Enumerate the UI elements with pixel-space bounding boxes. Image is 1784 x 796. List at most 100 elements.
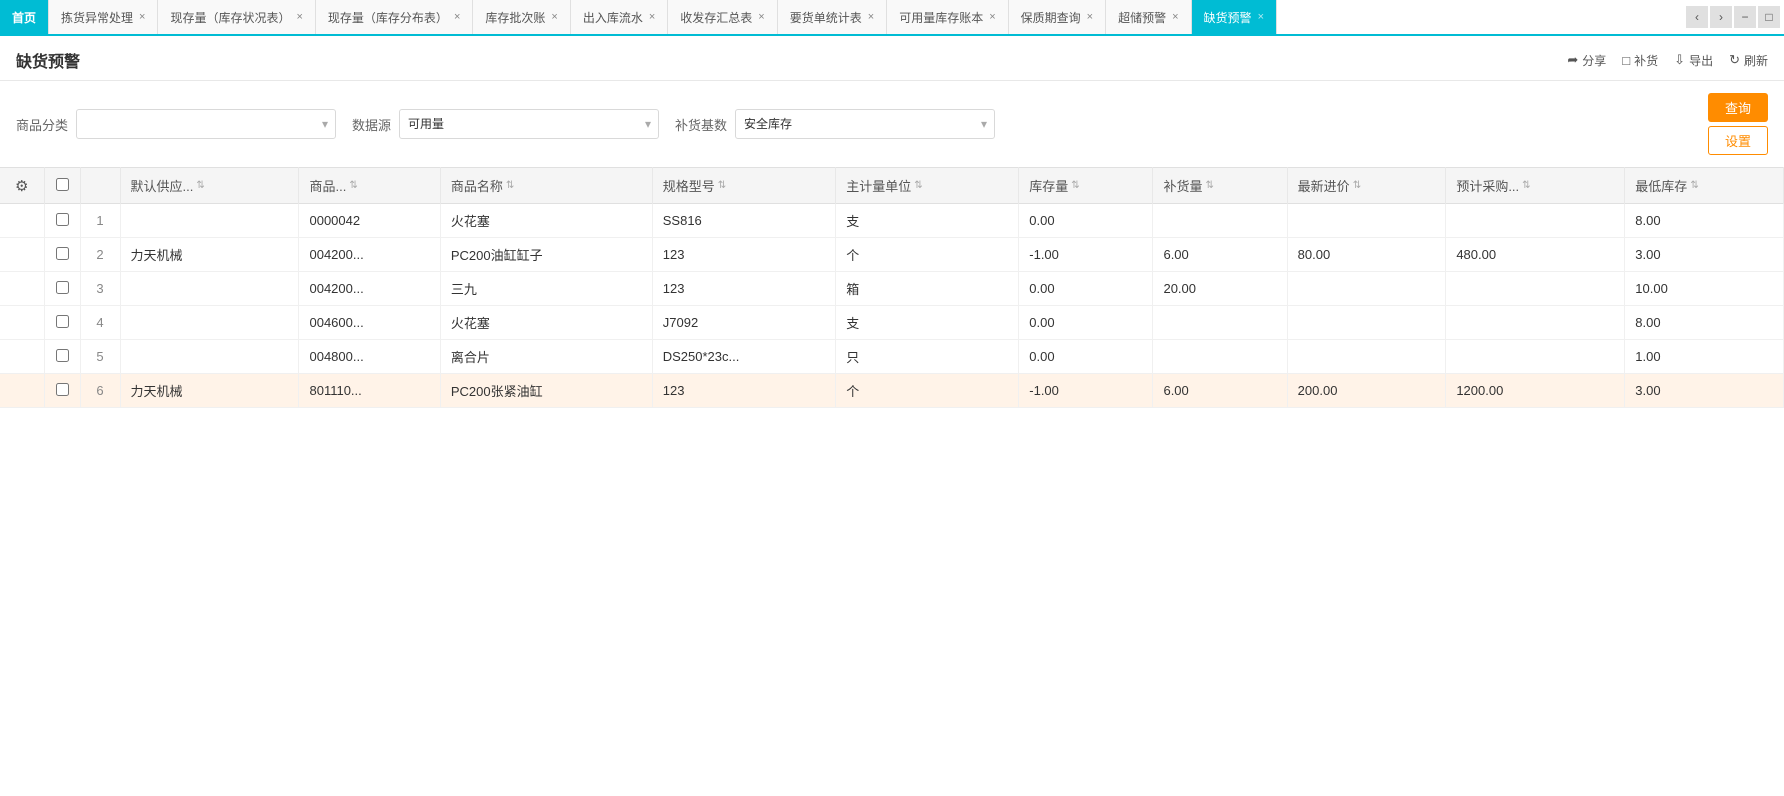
row-gear-5	[0, 374, 44, 408]
tab-keyongliang-close[interactable]: ×	[989, 11, 995, 23]
row-num-3: 4	[80, 306, 120, 340]
tab-chaochuyujing-close[interactable]: ×	[1172, 11, 1178, 23]
row-product-name-0: 火花塞	[440, 204, 652, 238]
tab-churuku[interactable]: 出入库流水 ×	[571, 0, 668, 34]
row-spec-3: J7092	[652, 306, 835, 340]
tab-xiancunliang2[interactable]: 现存量（库存分布表） ×	[316, 0, 473, 34]
col-stock[interactable]: 库存量 ⇅	[1019, 168, 1153, 204]
table-row: 4 004600... 火花塞 J7092 支 0.00 8.00	[0, 306, 1784, 340]
row-latest-price-0	[1287, 204, 1446, 238]
settings-gear-icon[interactable]: ⚙	[15, 178, 28, 195]
datasource-select[interactable]: 可用量 库存量	[399, 109, 659, 139]
row-select-checkbox-4[interactable]	[56, 349, 69, 362]
row-select-checkbox-1[interactable]	[56, 247, 69, 260]
row-product-name-4: 离合片	[440, 340, 652, 374]
tab-maximize-btn[interactable]: □	[1758, 6, 1780, 28]
row-min-stock-3: 8.00	[1625, 306, 1784, 340]
row-latest-price-4	[1287, 340, 1446, 374]
col-spec[interactable]: 规格型号 ⇅	[652, 168, 835, 204]
tab-jianhuo-close[interactable]: ×	[139, 11, 145, 23]
tab-shoufacun[interactable]: 收发存汇总表 ×	[668, 0, 777, 34]
col-replenish-qty-label: 补货量	[1163, 176, 1202, 195]
row-spec-4: DS250*23c...	[652, 340, 835, 374]
row-product-name-3: 火花塞	[440, 306, 652, 340]
row-select-checkbox-3[interactable]	[56, 315, 69, 328]
refresh-button[interactable]: ↻ 刷新	[1729, 52, 1768, 69]
row-gear-0	[0, 204, 44, 238]
filter-actions: 查询 设置	[1708, 93, 1768, 155]
tab-quehuo-close[interactable]: ×	[1258, 11, 1264, 23]
refresh-label: 刷新	[1744, 52, 1768, 69]
tab-jianhuo-label: 拣货异常处理	[61, 9, 133, 26]
page-header: 缺货预警 ➦ 分享 □ 补货 ⇩ 导出 ↻ 刷新	[0, 36, 1784, 81]
table-row: 5 004800... 离合片 DS250*23c... 只 0.00 1.00	[0, 340, 1784, 374]
export-label: 导出	[1689, 52, 1713, 69]
tab-next-btn[interactable]: ›	[1710, 6, 1732, 28]
tab-xiancunliang1[interactable]: 现存量（库存状况表） ×	[158, 0, 315, 34]
tab-quehuo[interactable]: 缺货预警 ×	[1192, 0, 1277, 34]
row-replenish-qty-0	[1153, 204, 1287, 238]
tab-kucunpici-close[interactable]: ×	[551, 11, 557, 23]
tab-bar: 首页 拣货异常处理 × 现存量（库存状况表） × 现存量（库存分布表） × 库存…	[0, 0, 1784, 36]
data-table: ⚙ 默认供应... ⇅ 商品...	[0, 167, 1784, 408]
filter-group-datasource: 数据源 可用量 库存量	[352, 109, 659, 139]
col-gear: ⚙	[0, 168, 44, 204]
select-all-checkbox[interactable]	[56, 178, 69, 191]
col-product-code-sort: ⇅	[349, 180, 357, 191]
tab-kucunpici[interactable]: 库存批次账 ×	[473, 0, 570, 34]
col-unit-sort: ⇅	[914, 180, 922, 191]
row-checkbox-5	[44, 374, 80, 408]
row-product-code-5: 801110...	[299, 374, 440, 408]
row-stock-2: 0.00	[1019, 272, 1153, 306]
col-product-name[interactable]: 商品名称 ⇅	[440, 168, 652, 204]
col-latest-price-sort: ⇅	[1353, 180, 1361, 191]
row-stock-1: -1.00	[1019, 238, 1153, 272]
share-button[interactable]: ➦ 分享	[1567, 52, 1606, 69]
tab-keyongliang-label: 可用量库存账本	[899, 9, 983, 26]
row-checkbox-2	[44, 272, 80, 306]
query-button[interactable]: 查询	[1708, 93, 1768, 122]
row-min-stock-5: 3.00	[1625, 374, 1784, 408]
replenish-button[interactable]: □ 补货	[1622, 52, 1658, 69]
col-product-name-sort: ⇅	[506, 180, 514, 191]
tab-yaohuo[interactable]: 要货单统计表 ×	[778, 0, 887, 34]
row-checkbox-3	[44, 306, 80, 340]
tab-churuku-close[interactable]: ×	[649, 11, 655, 23]
col-min-stock[interactable]: 最低库存 ⇅	[1625, 168, 1784, 204]
tab-jianhuo[interactable]: 拣货异常处理 ×	[49, 0, 158, 34]
col-latest-price[interactable]: 最新进价 ⇅	[1287, 168, 1446, 204]
row-gear-2	[0, 272, 44, 306]
tab-minimize-btn[interactable]: −	[1734, 6, 1756, 28]
page-content: 缺货预警 ➦ 分享 □ 补货 ⇩ 导出 ↻ 刷新 商品分类	[0, 36, 1784, 796]
replenish-base-select[interactable]: 安全库存 其他	[735, 109, 995, 139]
tab-xiancunliang2-close[interactable]: ×	[454, 11, 460, 23]
tab-baozhi-close[interactable]: ×	[1087, 11, 1093, 23]
tab-chaochuyujing[interactable]: 超储预警 ×	[1106, 0, 1191, 34]
row-num-4: 5	[80, 340, 120, 374]
replenish-base-select-wrapper: 安全库存 其他	[735, 109, 995, 139]
row-select-checkbox-0[interactable]	[56, 213, 69, 226]
table-row: 2 力天机械 004200... PC200油缸缸子 123 个 -1.00 6…	[0, 238, 1784, 272]
col-unit[interactable]: 主计量单位 ⇅	[836, 168, 1019, 204]
row-stock-3: 0.00	[1019, 306, 1153, 340]
col-est-purchase[interactable]: 预计采购... ⇅	[1446, 168, 1625, 204]
category-select[interactable]	[76, 109, 336, 139]
tab-xiancunliang1-close[interactable]: ×	[296, 11, 302, 23]
tab-prev-btn[interactable]: ‹	[1686, 6, 1708, 28]
col-default-supplier[interactable]: 默认供应... ⇅	[120, 168, 299, 204]
col-replenish-qty[interactable]: 补货量 ⇅	[1153, 168, 1287, 204]
row-latest-price-2	[1287, 272, 1446, 306]
row-select-checkbox-5[interactable]	[56, 383, 69, 396]
row-select-checkbox-2[interactable]	[56, 281, 69, 294]
table-row: 6 力天机械 801110... PC200张紧油缸 123 个 -1.00 6…	[0, 374, 1784, 408]
tab-yaohuo-close[interactable]: ×	[868, 11, 874, 23]
tab-home[interactable]: 首页	[0, 0, 49, 34]
tab-keyongliang[interactable]: 可用量库存账本 ×	[887, 0, 1008, 34]
row-product-code-1: 004200...	[299, 238, 440, 272]
export-button[interactable]: ⇩ 导出	[1674, 52, 1713, 69]
tab-baozhi[interactable]: 保质期查询 ×	[1009, 0, 1106, 34]
tab-shoufacun-close[interactable]: ×	[758, 11, 764, 23]
table-container: ⚙ 默认供应... ⇅ 商品...	[0, 167, 1784, 408]
settings-button[interactable]: 设置	[1708, 126, 1768, 155]
col-product-code[interactable]: 商品... ⇅	[299, 168, 440, 204]
